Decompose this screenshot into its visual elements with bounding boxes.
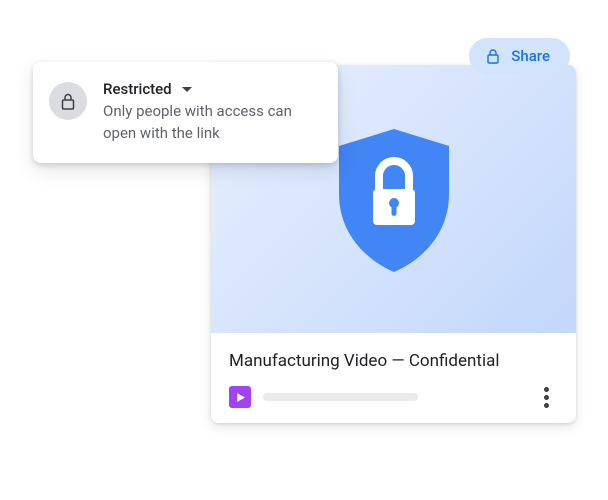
loading-bar [263, 393, 418, 401]
file-title: Manufacturing Video — Confidential [229, 351, 558, 371]
access-level-label: Restricted [103, 80, 172, 98]
video-file-icon [229, 386, 251, 408]
access-level-description: Only people with access can open with th… [103, 101, 316, 145]
tooltip-lock-avatar [49, 82, 87, 120]
chevron-down-icon [182, 87, 192, 92]
sharing-access-tooltip: Restricted Only people with access can o… [33, 62, 338, 163]
file-meta-row [229, 385, 558, 409]
share-button[interactable]: Share [469, 38, 570, 74]
access-level-dropdown[interactable]: Restricted [103, 80, 316, 98]
shield-lock-icon [329, 124, 459, 274]
more-options-button[interactable] [534, 385, 558, 409]
file-card-footer: Manufacturing Video — Confidential [211, 333, 576, 423]
lock-icon [485, 48, 501, 64]
share-button-label: Share [511, 47, 550, 65]
